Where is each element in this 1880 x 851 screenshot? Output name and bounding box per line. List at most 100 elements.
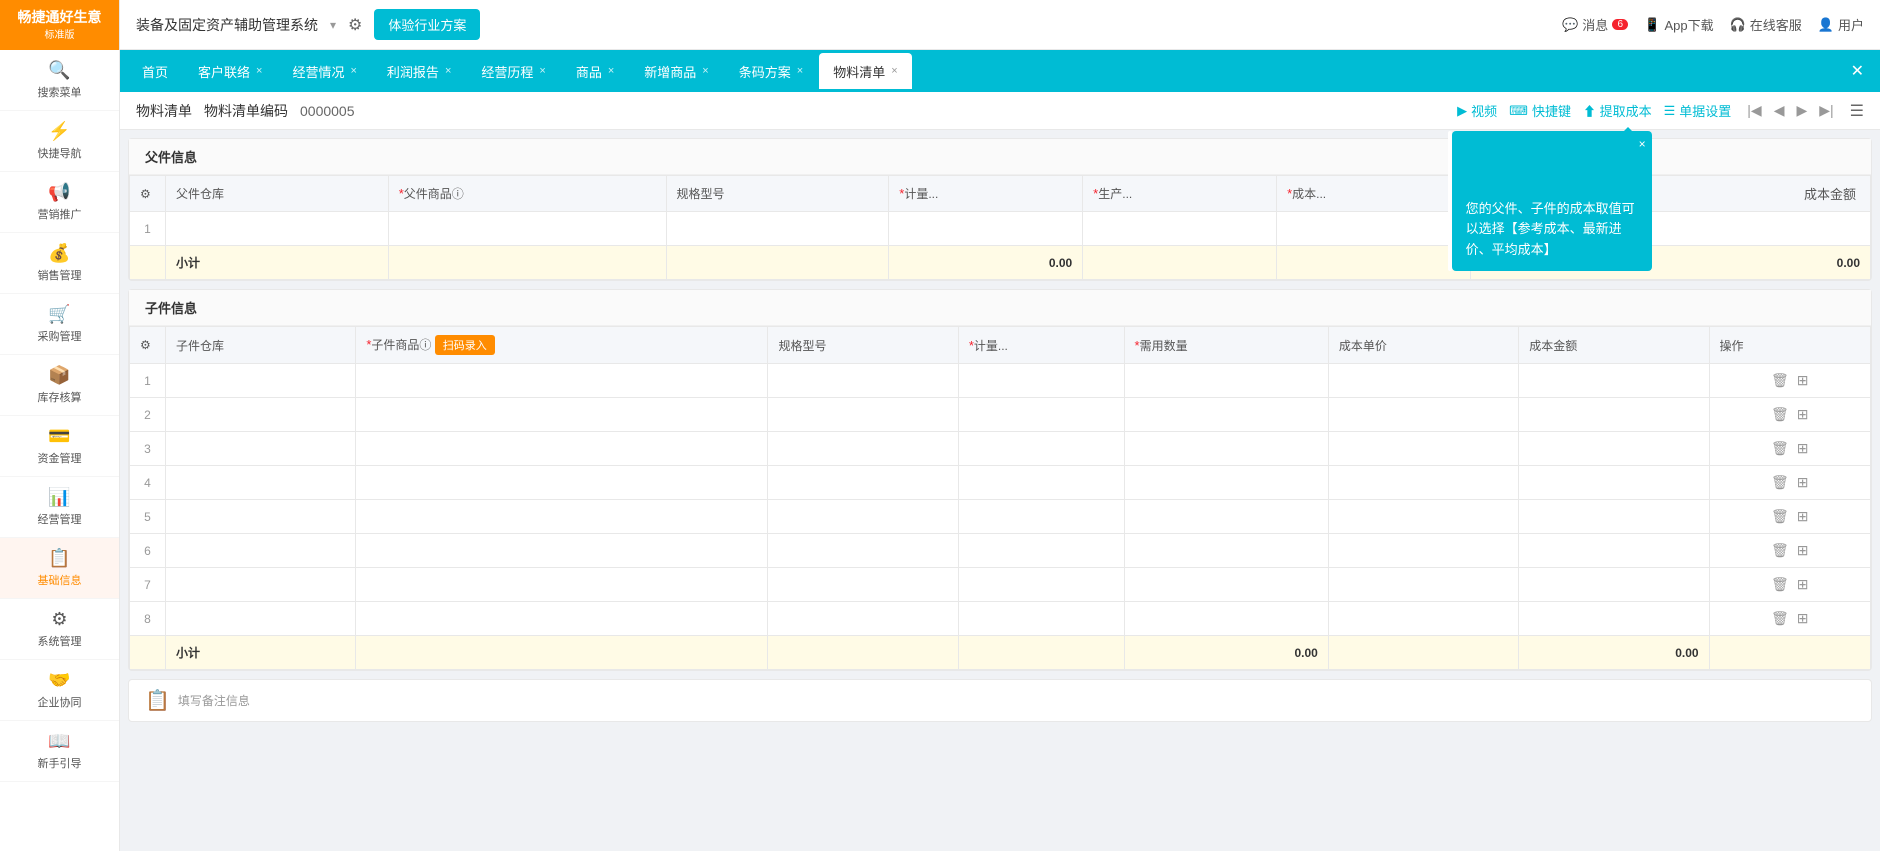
prev-btn[interactable]: ◀ bbox=[1770, 100, 1789, 121]
child-quantity-3[interactable] bbox=[1124, 466, 1328, 500]
child-cost-amount-3[interactable] bbox=[1519, 466, 1709, 500]
message-item[interactable]: 💬 消息 6 bbox=[1562, 15, 1628, 34]
app-download-item[interactable]: 📱 App下载 bbox=[1644, 15, 1713, 34]
child-quantity-7[interactable] bbox=[1124, 602, 1328, 636]
child-cost-amount-5[interactable] bbox=[1519, 534, 1709, 568]
copy-icon-7[interactable]: ⊞ bbox=[1797, 610, 1809, 627]
copy-icon-5[interactable]: ⊞ bbox=[1797, 542, 1809, 559]
child-spec-3[interactable] bbox=[768, 466, 958, 500]
child-product-6[interactable] bbox=[356, 568, 768, 602]
tooltip-close-btn[interactable]: × bbox=[1639, 135, 1646, 154]
copy-icon-1[interactable]: ⊞ bbox=[1797, 406, 1809, 423]
sidebar-item-5[interactable]: 📦库存核算 bbox=[0, 355, 119, 416]
child-unit-6[interactable] bbox=[958, 568, 1124, 602]
child-spec-5[interactable] bbox=[768, 534, 958, 568]
close-all-tabs-icon[interactable]: ✕ bbox=[1843, 61, 1872, 81]
child-quantity-0[interactable] bbox=[1124, 364, 1328, 398]
child-unit-0[interactable] bbox=[958, 364, 1124, 398]
copy-icon-0[interactable]: ⊞ bbox=[1797, 372, 1809, 389]
child-spec-6[interactable] bbox=[768, 568, 958, 602]
next-last-btn[interactable]: ▶| bbox=[1815, 100, 1837, 121]
sidebar-item-4[interactable]: 🛒采购管理 bbox=[0, 294, 119, 355]
child-quantity-1[interactable] bbox=[1124, 398, 1328, 432]
prev-first-btn[interactable]: |◀ bbox=[1743, 100, 1765, 121]
user-item[interactable]: 👤 用户 bbox=[1818, 15, 1864, 34]
child-product-2[interactable] bbox=[356, 432, 768, 466]
sidebar-item-7[interactable]: 📊经营管理 bbox=[0, 477, 119, 538]
child-warehouse-5[interactable] bbox=[166, 534, 356, 568]
menu-icon[interactable]: ☰ bbox=[1850, 101, 1864, 121]
delete-icon-6[interactable]: 🗑 bbox=[1771, 576, 1789, 593]
nav-tab-1[interactable]: 客户联络× bbox=[184, 53, 276, 89]
copy-icon-6[interactable]: ⊞ bbox=[1797, 576, 1809, 593]
child-unit-cost-2[interactable] bbox=[1328, 432, 1518, 466]
child-warehouse-7[interactable] bbox=[166, 602, 356, 636]
delete-icon-7[interactable]: 🗑 bbox=[1771, 610, 1789, 627]
nav-tab-7[interactable]: 条码方案× bbox=[725, 53, 817, 89]
scan-input-btn[interactable]: 扫码录入 bbox=[435, 335, 495, 355]
nav-tab-5[interactable]: 商品× bbox=[562, 53, 628, 89]
sidebar-item-11[interactable]: 📖新手引导 bbox=[0, 721, 119, 782]
sidebar-item-6[interactable]: 💳资金管理 bbox=[0, 416, 119, 477]
nav-tab-3[interactable]: 利润报告× bbox=[373, 53, 465, 89]
child-cost-amount-1[interactable] bbox=[1519, 398, 1709, 432]
delete-icon-4[interactable]: 🗑 bbox=[1771, 508, 1789, 525]
nav-tab-close-2[interactable]: × bbox=[350, 65, 356, 77]
parent-cost-cell[interactable] bbox=[1277, 212, 1471, 246]
child-cost-amount-6[interactable] bbox=[1519, 568, 1709, 602]
child-cost-amount-4[interactable] bbox=[1519, 500, 1709, 534]
child-product-4[interactable] bbox=[356, 500, 768, 534]
copy-icon-3[interactable]: ⊞ bbox=[1797, 474, 1809, 491]
copy-icon-2[interactable]: ⊞ bbox=[1797, 440, 1809, 457]
next-btn[interactable]: ▶ bbox=[1792, 100, 1811, 121]
nav-tab-close-3[interactable]: × bbox=[445, 65, 451, 77]
child-quantity-5[interactable] bbox=[1124, 534, 1328, 568]
child-quantity-4[interactable] bbox=[1124, 500, 1328, 534]
child-spec-7[interactable] bbox=[768, 602, 958, 636]
parent-warehouse-cell[interactable] bbox=[166, 212, 389, 246]
parent-production-cell[interactable] bbox=[1083, 212, 1277, 246]
sidebar-item-10[interactable]: 🤝企业协同 bbox=[0, 660, 119, 721]
child-col-settings[interactable]: ⚙ bbox=[130, 327, 166, 364]
child-spec-0[interactable] bbox=[768, 364, 958, 398]
parent-product-cell[interactable] bbox=[388, 212, 666, 246]
nav-tab-0[interactable]: 首页 bbox=[128, 53, 182, 89]
child-unit-cost-1[interactable] bbox=[1328, 398, 1518, 432]
child-product-7[interactable] bbox=[356, 602, 768, 636]
child-product-1[interactable] bbox=[356, 398, 768, 432]
child-unit-3[interactable] bbox=[958, 466, 1124, 500]
extract-cost-btn[interactable]: ⬆ 提取成本 × 您的父件、子件的成本取值可以选择【参考成本、最新进价、平均成本… bbox=[1583, 101, 1652, 120]
child-product-5[interactable] bbox=[356, 534, 768, 568]
child-warehouse-2[interactable] bbox=[166, 432, 356, 466]
child-cost-amount-7[interactable] bbox=[1519, 602, 1709, 636]
delete-icon-3[interactable]: 🗑 bbox=[1771, 474, 1789, 491]
parent-col-settings[interactable]: ⚙ bbox=[130, 176, 166, 212]
nav-tab-close-1[interactable]: × bbox=[256, 65, 262, 77]
online-service-item[interactable]: 🎧 在线客服 bbox=[1730, 15, 1802, 34]
shortcut-btn[interactable]: ⌨ 快捷键 bbox=[1509, 101, 1571, 120]
nav-tab-close-4[interactable]: × bbox=[539, 65, 545, 77]
child-unit-cost-6[interactable] bbox=[1328, 568, 1518, 602]
child-unit-cost-7[interactable] bbox=[1328, 602, 1518, 636]
trial-button[interactable]: 体验行业方案 bbox=[374, 9, 480, 40]
dropdown-arrow-icon[interactable]: ▾ bbox=[330, 18, 336, 32]
parent-unit-cell[interactable] bbox=[889, 212, 1083, 246]
copy-icon-4[interactable]: ⊞ bbox=[1797, 508, 1809, 525]
child-spec-1[interactable] bbox=[768, 398, 958, 432]
child-warehouse-4[interactable] bbox=[166, 500, 356, 534]
child-spec-2[interactable] bbox=[768, 432, 958, 466]
nav-tab-4[interactable]: 经营历程× bbox=[467, 53, 559, 89]
view-btn[interactable]: ▶ 视频 bbox=[1457, 101, 1497, 120]
child-unit-cost-5[interactable] bbox=[1328, 534, 1518, 568]
child-unit-5[interactable] bbox=[958, 534, 1124, 568]
sidebar-item-0[interactable]: 🔍搜索菜单 bbox=[0, 50, 119, 111]
child-quantity-2[interactable] bbox=[1124, 432, 1328, 466]
nav-tab-close-7[interactable]: × bbox=[797, 65, 803, 77]
nav-tab-8[interactable]: 物料清单× bbox=[819, 53, 911, 89]
nav-tab-close-6[interactable]: × bbox=[702, 65, 708, 77]
settings-icon[interactable]: ⚙ bbox=[348, 15, 362, 35]
parent-spec-cell[interactable] bbox=[666, 212, 889, 246]
child-warehouse-6[interactable] bbox=[166, 568, 356, 602]
sidebar-item-1[interactable]: ⚡快捷导航 bbox=[0, 111, 119, 172]
child-product-3[interactable] bbox=[356, 466, 768, 500]
